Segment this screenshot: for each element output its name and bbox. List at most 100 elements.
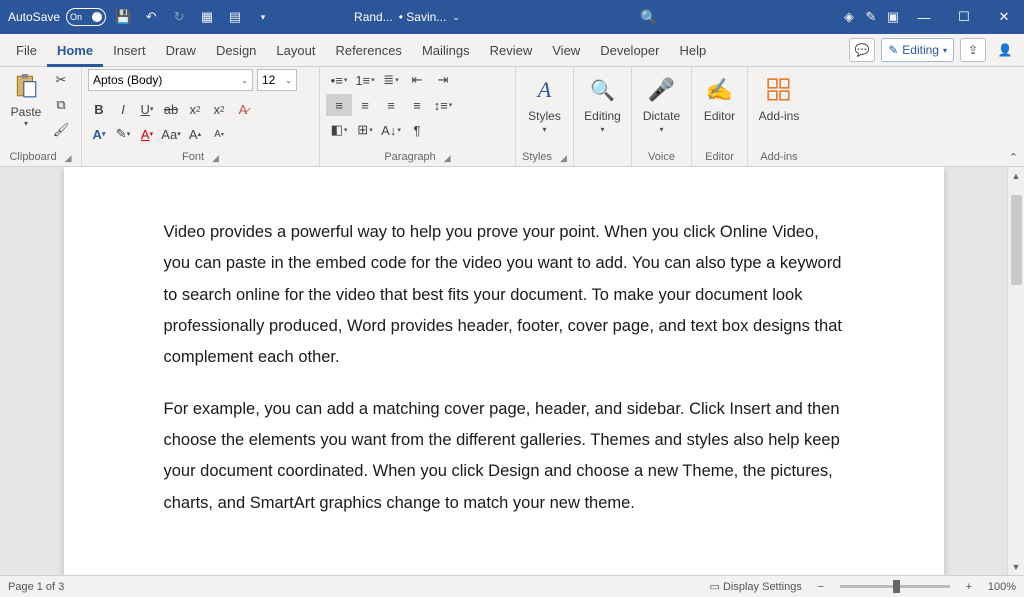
align-right-button[interactable]: ≡ — [378, 94, 404, 116]
addins-button[interactable]: Add-ins — [754, 69, 804, 123]
comments-button[interactable]: 💬 — [849, 38, 875, 62]
sort-button[interactable]: A↓ — [378, 119, 404, 141]
editing-button[interactable]: 🔍 Editing ▾ — [580, 69, 625, 134]
redo-icon[interactable]: ↻ — [168, 6, 190, 28]
scroll-up-icon[interactable]: ▲ — [1008, 167, 1024, 184]
styles-button[interactable]: A Styles ▾ — [522, 69, 567, 134]
superscript-button[interactable]: x2 — [208, 98, 230, 120]
tab-review[interactable]: Review — [480, 34, 543, 67]
shrink-font-button[interactable]: A▾ — [208, 123, 230, 145]
decrease-indent-button[interactable]: ⇤ — [404, 69, 430, 91]
tab-insert[interactable]: Insert — [103, 34, 156, 67]
search-icon[interactable]: 🔍 — [640, 9, 657, 26]
cut-icon[interactable]: ✂ — [50, 69, 72, 91]
coming-soon-icon[interactable]: ✎ — [860, 6, 882, 28]
status-bar: Page 1 of 3 ▭ Display Settings − + 100% — [0, 575, 1024, 597]
launcher-icon[interactable]: ◢ — [444, 153, 451, 164]
copy-icon[interactable]: ⧉ — [50, 94, 72, 116]
numbering-button[interactable]: 1≡ — [352, 69, 378, 91]
tab-draw[interactable]: Draw — [156, 34, 206, 67]
editor-button[interactable]: ✍ Editor — [698, 69, 741, 123]
document-page[interactable]: Video provides a powerful way to help yo… — [64, 167, 944, 575]
justify-button[interactable]: ≡ — [404, 94, 430, 116]
account-icon[interactable]: 👤 — [992, 38, 1018, 62]
paragraph-2[interactable]: For example, you can add a matching cove… — [164, 394, 844, 519]
tab-help[interactable]: Help — [669, 34, 716, 67]
font-color-button[interactable]: A▾ — [136, 123, 158, 145]
qat-icon-1[interactable]: ▦ — [196, 6, 218, 28]
pencil-icon: ✎ — [888, 43, 898, 57]
tab-view[interactable]: View — [542, 34, 590, 67]
zoom-out-button[interactable]: − — [814, 581, 828, 593]
align-left-button[interactable]: ≡ — [326, 94, 352, 116]
group-styles: A Styles ▾ Styles◢ — [516, 67, 574, 166]
borders-button[interactable]: ⊞ — [352, 119, 378, 141]
paragraph-1[interactable]: Video provides a powerful way to help yo… — [164, 217, 844, 374]
bold-button[interactable]: B — [88, 98, 110, 120]
align-center-button[interactable]: ≡ — [352, 94, 378, 116]
scroll-down-icon[interactable]: ▼ — [1008, 558, 1024, 575]
grow-font-button[interactable]: A▴ — [184, 123, 206, 145]
page-indicator[interactable]: Page 1 of 3 — [8, 581, 64, 593]
dictate-button[interactable]: 🎤 Dictate ▾ — [638, 69, 685, 134]
group-font: Aptos (Body)⌄ 12⌄ B I U▾ ab x2 x2 A̷ A▾ … — [82, 67, 320, 166]
format-painter-icon[interactable]: 🖌 — [50, 119, 72, 141]
document-area: Video provides a powerful way to help yo… — [0, 167, 1024, 575]
minimize-button[interactable]: ― — [904, 0, 944, 34]
multilevel-list-button[interactable]: ≣ — [378, 69, 404, 91]
increase-indent-button[interactable]: ⇥ — [430, 69, 456, 91]
collapse-ribbon-icon[interactable]: ⌃ — [1009, 151, 1018, 164]
close-button[interactable]: ✕ — [984, 0, 1024, 34]
font-size-combo[interactable]: 12⌄ — [257, 69, 297, 91]
change-case-button[interactable]: Aa▾ — [160, 123, 182, 145]
title-bar: AutoSave On 💾 ↶ ↻ ▦ ▤ ▾ Rand... • Savin.… — [0, 0, 1024, 34]
maximize-button[interactable]: ☐ — [944, 0, 984, 34]
bullets-button[interactable]: •≡ — [326, 69, 352, 91]
tab-home[interactable]: Home — [47, 34, 103, 67]
chevron-down-icon: ⌄ — [452, 12, 460, 23]
zoom-slider[interactable] — [840, 585, 950, 588]
tab-design[interactable]: Design — [206, 34, 266, 67]
show-marks-button[interactable]: ¶ — [404, 119, 430, 141]
editing-mode-button[interactable]: ✎ Editing ▾ — [881, 38, 954, 62]
launcher-icon[interactable]: ◢ — [212, 153, 219, 164]
underline-button[interactable]: U▾ — [136, 98, 158, 120]
subscript-button[interactable]: x2 — [184, 98, 206, 120]
undo-icon[interactable]: ↶ — [140, 6, 162, 28]
scroll-thumb[interactable] — [1011, 195, 1022, 285]
chevron-down-icon[interactable]: ▾ — [24, 119, 28, 128]
line-spacing-button[interactable]: ↕≡ — [430, 94, 456, 116]
tab-layout[interactable]: Layout — [266, 34, 325, 67]
text-effects-button[interactable]: A▾ — [88, 123, 110, 145]
font-name-combo[interactable]: Aptos (Body)⌄ — [88, 69, 253, 91]
editor-icon: ✍ — [706, 73, 733, 107]
clear-formatting-button[interactable]: A̷ — [232, 98, 254, 120]
autosave-toggle[interactable]: On — [66, 8, 106, 26]
display-settings-button[interactable]: ▭ Display Settings — [710, 580, 802, 593]
ribbon-display-icon[interactable]: ▣ — [882, 6, 904, 28]
tab-mailings[interactable]: Mailings — [412, 34, 480, 67]
italic-button[interactable]: I — [112, 98, 134, 120]
launcher-icon[interactable]: ◢ — [560, 153, 567, 164]
tab-file[interactable]: File — [6, 34, 47, 67]
tab-references[interactable]: References — [325, 34, 411, 67]
zoom-thumb[interactable] — [893, 580, 900, 593]
share-button[interactable]: ⇪ — [960, 38, 986, 62]
tab-developer[interactable]: Developer — [590, 34, 669, 67]
save-icon[interactable]: 💾 — [112, 6, 134, 28]
strikethrough-button[interactable]: ab — [160, 98, 182, 120]
vertical-scrollbar[interactable]: ▲ ▼ — [1007, 167, 1024, 575]
launcher-icon[interactable]: ◢ — [65, 153, 72, 164]
styles-icon: A — [538, 73, 551, 107]
document-title[interactable]: Rand... • Savin... ⌄ — [354, 10, 460, 24]
qat-icon-2[interactable]: ▤ — [224, 6, 246, 28]
zoom-in-button[interactable]: + — [962, 581, 976, 593]
highlight-button[interactable]: ✎▾ — [112, 123, 134, 145]
premium-icon[interactable]: ◈ — [838, 6, 860, 28]
zoom-level[interactable]: 100% — [988, 581, 1016, 593]
qat-customize-icon[interactable]: ▾ — [252, 6, 274, 28]
paste-icon[interactable] — [12, 69, 40, 103]
shading-button[interactable]: ◧ — [326, 119, 352, 141]
group-addins: Add-ins Add-ins — [748, 67, 810, 166]
ribbon-tabs: File Home Insert Draw Design Layout Refe… — [0, 34, 1024, 67]
